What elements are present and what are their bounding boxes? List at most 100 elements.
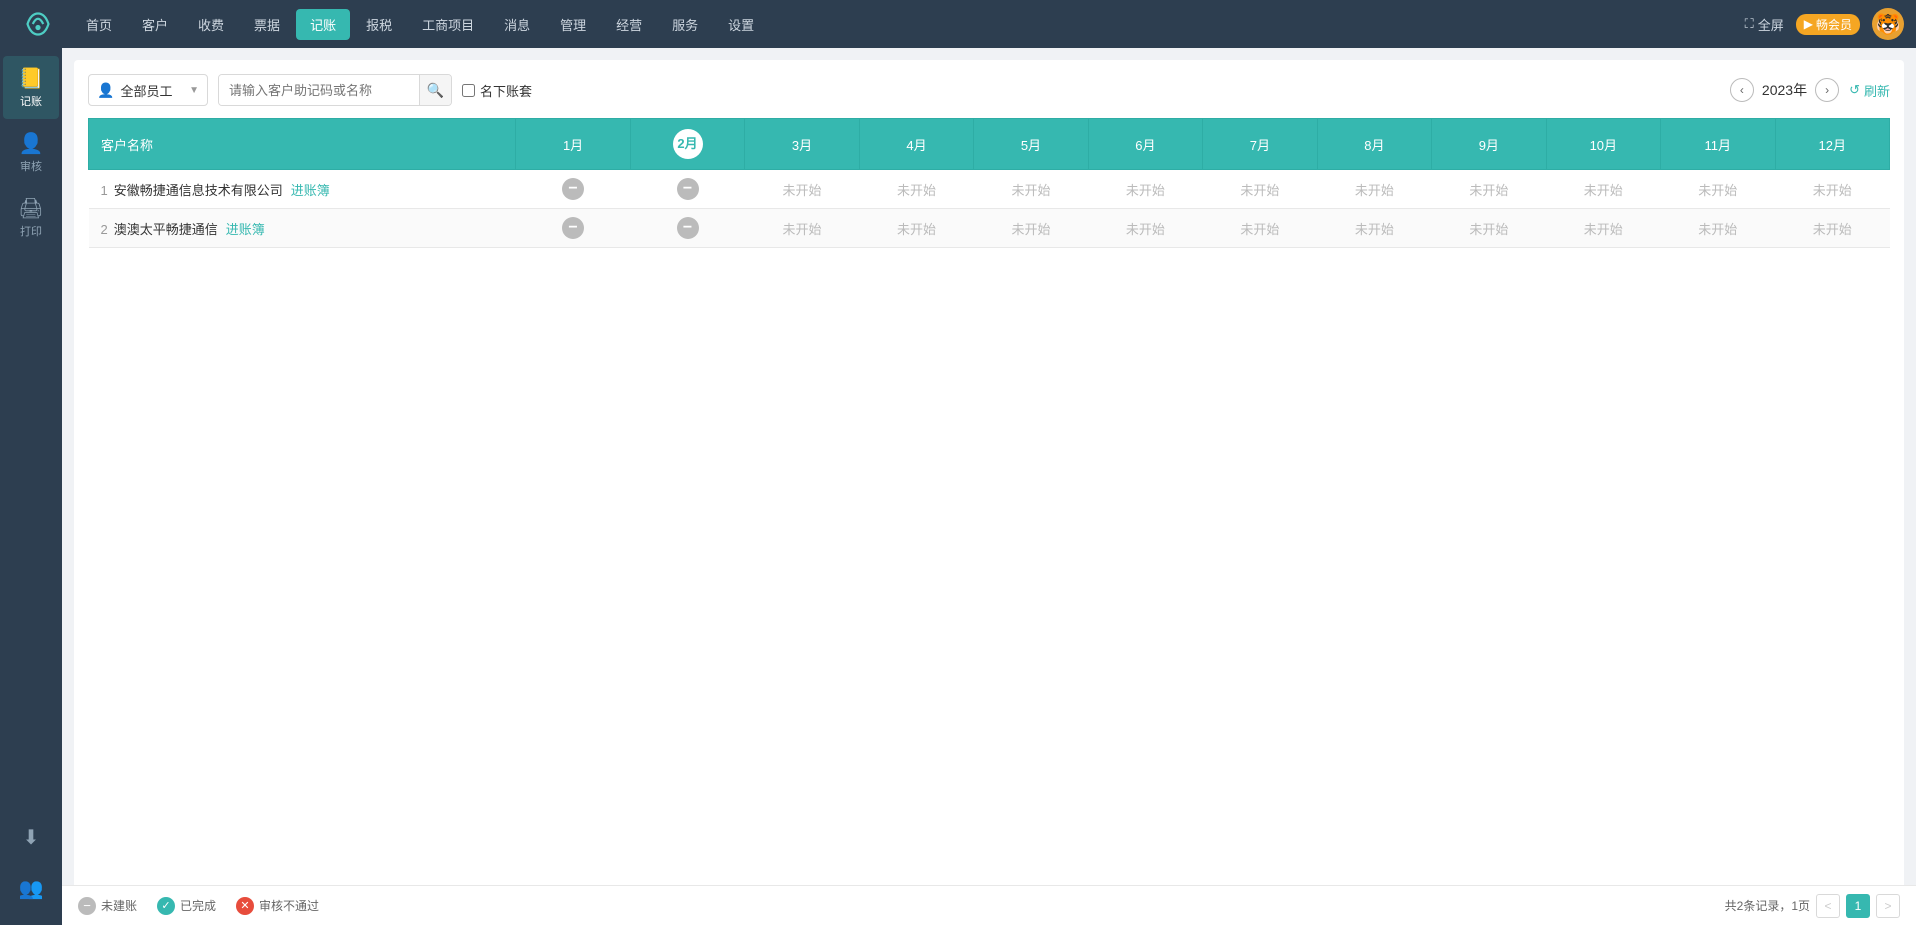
status-not-started: 未开始: [1469, 222, 1508, 237]
cell-month-7-row-0: 未开始: [1317, 170, 1431, 209]
nav-item-operation[interactable]: 经营: [602, 9, 656, 40]
cell-month-8-row-1: 未开始: [1432, 209, 1546, 248]
cell-month-1-row-1: −: [630, 209, 744, 248]
status-not-started: 未开始: [1813, 183, 1852, 198]
sidebar-item-support[interactable]: 👥: [3, 866, 59, 913]
vip-badge[interactable]: ▶ 畅会员: [1796, 14, 1860, 35]
row-index-0: 1: [101, 183, 108, 198]
nav-item-bookkeeping[interactable]: 记账: [296, 9, 350, 40]
fullscreen-button[interactable]: ⛶ 全屏: [1745, 15, 1784, 34]
col-header-m1: 1月: [516, 119, 630, 170]
col-header-m4: 4月: [859, 119, 973, 170]
legend-icon-rejected: ✕: [236, 897, 254, 915]
own-account-checkbox-label[interactable]: 名下账套: [462, 81, 532, 100]
sidebar-bottom: ⬇ 👥: [3, 815, 59, 925]
sidebar-item-print[interactable]: 🖨 打印: [3, 186, 59, 249]
legend-label-not-built: 未建账: [101, 897, 137, 914]
cell-month-0-row-1: −: [516, 209, 630, 248]
legend-rejected: ✕审核不通过: [236, 897, 319, 915]
cell-month-1-row-0: −: [630, 170, 744, 209]
cell-month-11-row-0: 未开始: [1775, 170, 1890, 209]
status-not-started: 未开始: [1011, 183, 1050, 198]
cell-name-1: 2澳澳太平畅捷通信进账簿: [89, 209, 516, 248]
next-year-button[interactable]: ›: [1815, 78, 1839, 102]
nav-item-manage[interactable]: 管理: [546, 9, 600, 40]
cell-month-10-row-1: 未开始: [1661, 209, 1775, 248]
status-not-started: 未开始: [1240, 222, 1279, 237]
nav-item-settings[interactable]: 设置: [714, 9, 768, 40]
pagination-info: 共2条记录，1页: [1725, 897, 1810, 914]
audit-icon: 👤: [19, 131, 44, 156]
own-account-checkbox[interactable]: [462, 84, 475, 97]
fullscreen-label: 全屏: [1758, 15, 1784, 34]
status-not-started: 未开始: [1584, 183, 1623, 198]
cell-month-0-row-0: −: [516, 170, 630, 209]
nav-item-home[interactable]: 首页: [72, 9, 126, 40]
sidebar-item-download[interactable]: ⬇: [3, 815, 59, 862]
legend-done: ✓ 已完成: [157, 897, 216, 915]
table-container: 客户名称1月2月3月4月5月6月7月8月9月10月11月12月 1安徽畅捷通信息…: [88, 118, 1890, 248]
refresh-icon: ↺: [1849, 82, 1860, 98]
legend-not-built: −未建账: [78, 897, 137, 915]
status-dash-icon: −: [562, 178, 584, 200]
enter-ledger-link-0[interactable]: 进账簿: [291, 183, 330, 198]
employee-select[interactable]: 👤 全部员工 ▼: [88, 74, 208, 106]
prev-year-button[interactable]: ‹: [1730, 78, 1754, 102]
status-not-started: 未开始: [1355, 183, 1394, 198]
refresh-button[interactable]: ↺ 刷新: [1849, 81, 1890, 100]
year-display: 2023年: [1762, 80, 1807, 100]
footer: −未建账 ✓ 已完成 ✕审核不通过 共2条记录，1页 < 1 >: [62, 885, 1916, 925]
legend-icon-done: ✓: [157, 897, 175, 915]
col-header-m8: 8月: [1317, 119, 1431, 170]
nav-item-business[interactable]: 工商项目: [408, 9, 488, 40]
nav-item-fee[interactable]: 收费: [184, 9, 238, 40]
legend-label-done: 已完成: [180, 897, 216, 914]
booking-table: 客户名称1月2月3月4月5月6月7月8月9月10月11月12月 1安徽畅捷通信息…: [88, 118, 1890, 248]
chevron-down-icon: ▼: [189, 85, 199, 96]
status-dash-icon: −: [677, 178, 699, 200]
col-header-m11: 11月: [1661, 119, 1775, 170]
sidebar-label-audit: 审核: [20, 158, 42, 174]
download-icon: ⬇: [23, 825, 40, 850]
status-dash-icon: −: [677, 217, 699, 239]
cell-month-10-row-0: 未开始: [1661, 170, 1775, 209]
sidebar-item-audit[interactable]: 👤 审核: [3, 121, 59, 184]
enter-ledger-link-1[interactable]: 进账簿: [226, 222, 265, 237]
cell-month-5-row-1: 未开始: [1088, 209, 1202, 248]
nav-items: 首页客户收费票据记账报税工商项目消息管理经营服务设置: [72, 9, 1745, 40]
search-icon: 🔍: [427, 82, 444, 99]
col-header-m10: 10月: [1546, 119, 1660, 170]
col-header-m9: 9月: [1432, 119, 1546, 170]
cell-month-2-row-1: 未开始: [745, 209, 859, 248]
pagination: 共2条记录，1页 < 1 >: [1725, 894, 1900, 918]
vip-label: 畅会员: [1816, 16, 1852, 33]
sidebar-item-bookkeeping[interactable]: 📒 记账: [3, 56, 59, 119]
active-month-circle: 2月: [673, 129, 703, 159]
current-page-button[interactable]: 1: [1846, 894, 1870, 918]
status-not-started: 未开始: [783, 183, 822, 198]
user-avatar[interactable]: 🐯: [1872, 8, 1904, 40]
nav-right: ⛶ 全屏 ▶ 畅会员 🐯: [1745, 8, 1904, 40]
nav-item-service[interactable]: 服务: [658, 9, 712, 40]
nav-item-client[interactable]: 客户: [128, 9, 182, 40]
sidebar: 📒 记账👤 审核🖨 打印 ⬇ 👥: [0, 48, 62, 925]
prev-page-button[interactable]: <: [1816, 894, 1840, 918]
cell-month-7-row-1: 未开始: [1317, 209, 1431, 248]
table-row: 1安徽畅捷通信息技术有限公司进账簿−−未开始未开始未开始未开始未开始未开始未开始…: [89, 170, 1890, 209]
status-not-started: 未开始: [1469, 183, 1508, 198]
next-page-button[interactable]: >: [1876, 894, 1900, 918]
search-button[interactable]: 🔍: [419, 74, 451, 106]
current-page-number: 1: [1855, 899, 1862, 913]
search-input[interactable]: [219, 74, 419, 106]
status-not-started: 未开始: [783, 222, 822, 237]
cell-month-11-row-1: 未开始: [1775, 209, 1890, 248]
employee-icon: 👤: [97, 82, 114, 99]
cell-month-3-row-1: 未开始: [859, 209, 973, 248]
status-not-started: 未开始: [1355, 222, 1394, 237]
status-not-started: 未开始: [1698, 222, 1737, 237]
nav-item-message[interactable]: 消息: [490, 9, 544, 40]
nav-item-tax[interactable]: 报税: [352, 9, 406, 40]
nav-item-invoice[interactable]: 票据: [240, 9, 294, 40]
toolbar: 👤 全部员工 ▼ 🔍 名下账套 ‹ 2023年 › ↺: [88, 74, 1890, 106]
sidebar-label-bookkeeping: 记账: [20, 93, 42, 109]
